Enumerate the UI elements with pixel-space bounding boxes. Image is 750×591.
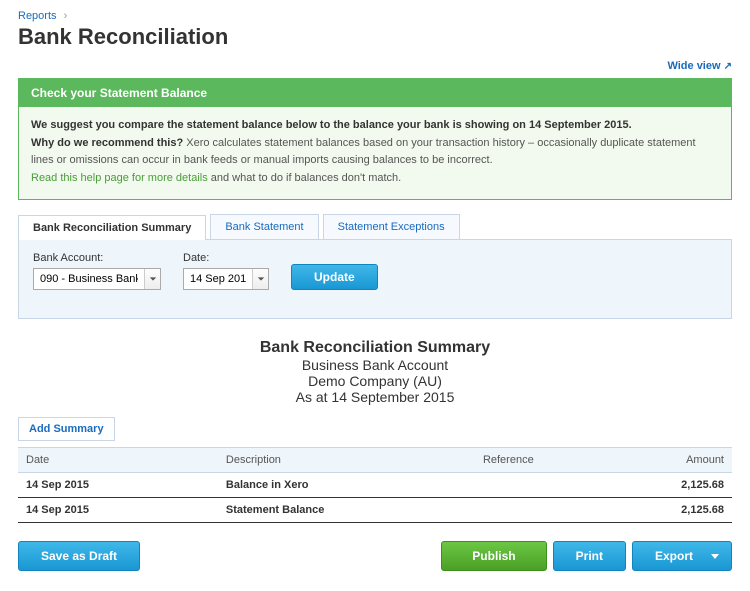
wide-view-link[interactable]: Wide view ↗ (667, 60, 732, 72)
report-heading: Bank Reconciliation Summary Business Ban… (18, 339, 732, 405)
date-label: Date: (183, 252, 269, 264)
chevron-down-icon (711, 554, 719, 559)
update-button[interactable]: Update (291, 264, 378, 290)
panel-line1: We suggest you compare the statement bal… (31, 119, 632, 131)
panel-line2-bold: Why do we recommend this? (31, 137, 183, 149)
cell-ref (475, 473, 618, 498)
tab-statement-exceptions[interactable]: Statement Exceptions (323, 214, 460, 239)
cell-desc: Statement Balance (218, 498, 475, 523)
col-description: Description (218, 448, 475, 473)
tab-summary[interactable]: Bank Reconciliation Summary (18, 215, 206, 240)
breadcrumb: Reports › (18, 0, 732, 24)
help-rest: and what to do if balances don't match. (208, 172, 402, 184)
report-title: Bank Reconciliation Summary (18, 339, 732, 357)
table-row: 14 Sep 2015 Statement Balance 2,125.68 (18, 498, 732, 523)
export-button[interactable]: Export (632, 541, 732, 571)
cell-ref (475, 498, 618, 523)
panel-header: Check your Statement Balance (19, 79, 731, 107)
cell-date: 14 Sep 2015 (18, 498, 218, 523)
page-title: Bank Reconciliation (18, 24, 732, 50)
dropdown-caret-icon[interactable] (252, 269, 268, 289)
cell-date: 14 Sep 2015 (18, 473, 218, 498)
cell-amount: 2,125.68 (618, 498, 732, 523)
tabs: Bank Reconciliation Summary Bank Stateme… (18, 214, 732, 239)
print-button[interactable]: Print (553, 541, 626, 571)
action-bar: Save as Draft Publish Print Export (18, 541, 732, 571)
breadcrumb-reports-link[interactable]: Reports (18, 10, 57, 22)
tab-bank-statement[interactable]: Bank Statement (210, 214, 318, 239)
bank-account-field: Bank Account: (33, 252, 161, 290)
report-company: Demo Company (AU) (18, 373, 732, 389)
breadcrumb-sep: › (64, 10, 68, 22)
wide-view-label: Wide view (667, 60, 720, 72)
col-date: Date (18, 448, 218, 473)
panel-body: We suggest you compare the statement bal… (19, 107, 731, 199)
statement-balance-panel: Check your Statement Balance We suggest … (18, 78, 732, 200)
publish-button[interactable]: Publish (441, 541, 546, 571)
date-input[interactable] (184, 269, 252, 289)
report-account: Business Bank Account (18, 357, 732, 373)
table-row: 14 Sep 2015 Balance in Xero 2,125.68 (18, 473, 732, 498)
bank-account-label: Bank Account: (33, 252, 161, 264)
report-table: Date Description Reference Amount 14 Sep… (18, 447, 732, 523)
help-link[interactable]: Read this help page for more details (31, 172, 208, 184)
expand-icon: ↗ (724, 61, 732, 72)
dropdown-caret-icon[interactable] (144, 269, 160, 289)
filter-panel: Bank Account: Date: Update (18, 239, 732, 319)
col-amount: Amount (618, 448, 732, 473)
col-reference: Reference (475, 448, 618, 473)
cell-amount: 2,125.68 (618, 473, 732, 498)
export-label: Export (655, 549, 693, 563)
cell-desc: Balance in Xero (218, 473, 475, 498)
bank-account-select[interactable] (34, 269, 144, 289)
date-field: Date: (183, 252, 269, 290)
save-draft-button[interactable]: Save as Draft (18, 541, 140, 571)
report-asat: As at 14 September 2015 (18, 389, 732, 405)
add-summary-button[interactable]: Add Summary (18, 417, 115, 441)
